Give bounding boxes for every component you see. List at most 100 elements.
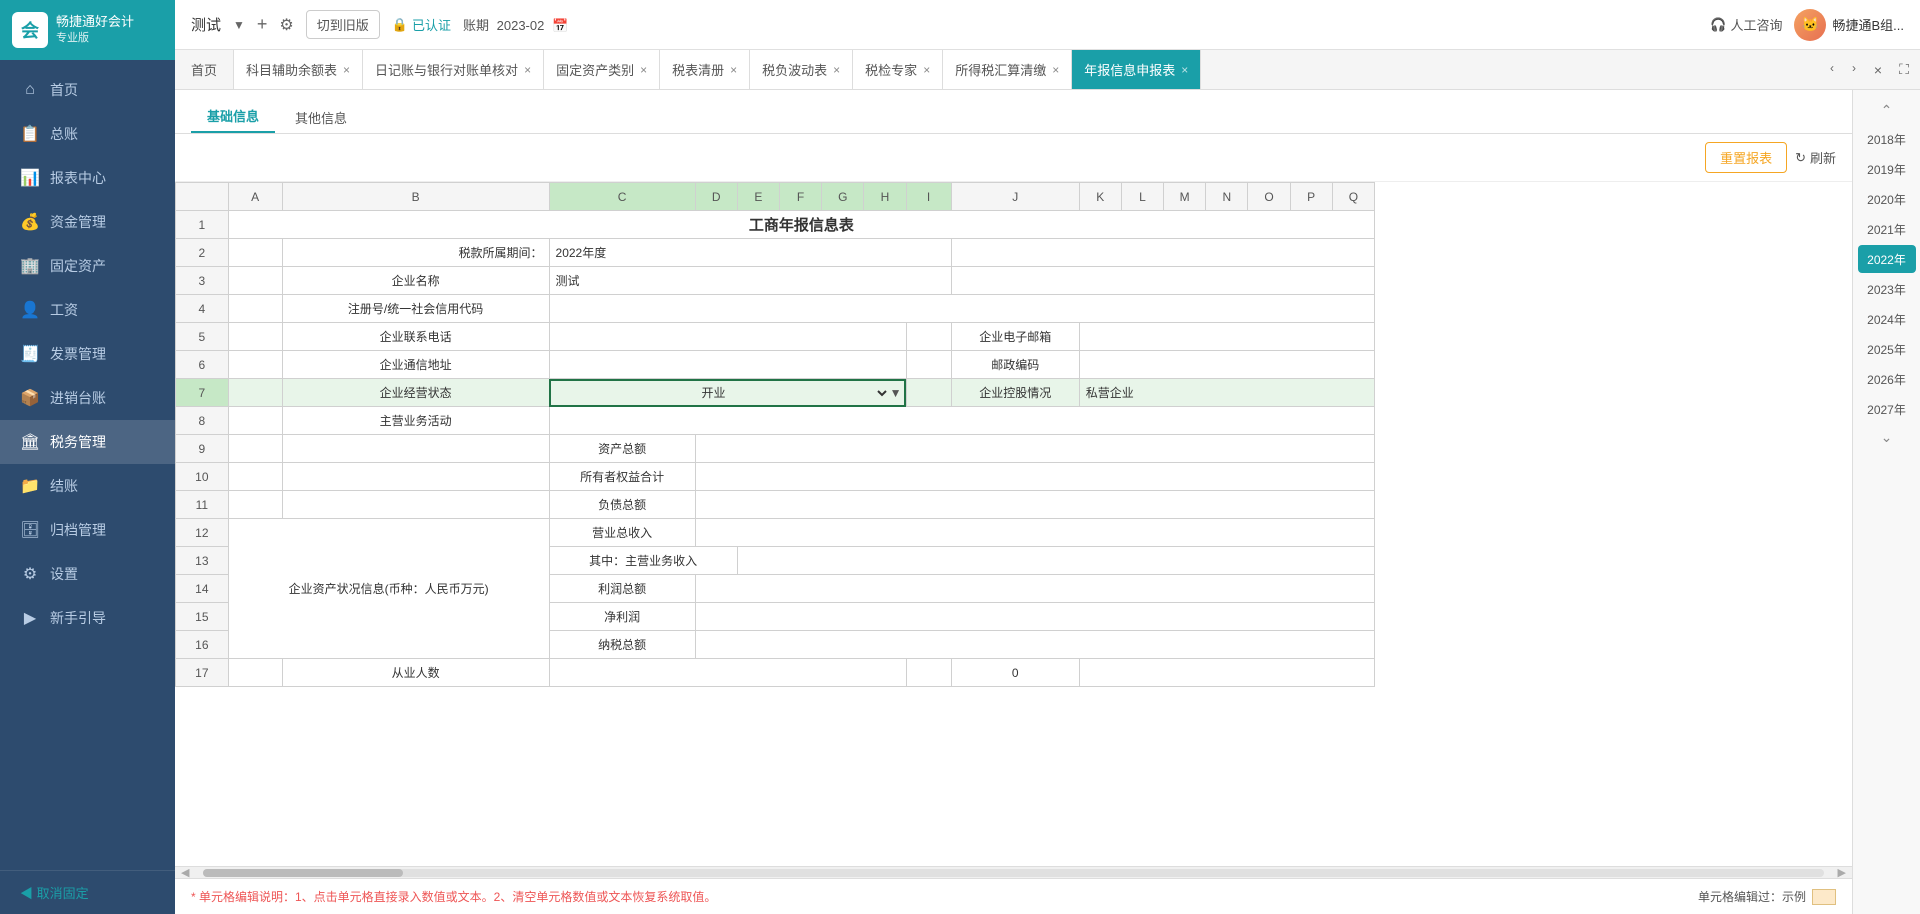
cell-11-d[interactable] xyxy=(695,491,1374,519)
sidebar-item-tax[interactable]: 🏛 税务管理 xyxy=(0,420,175,464)
cell-4-b[interactable]: 注册号/统一社会信用代码 xyxy=(282,295,549,323)
business-status-select[interactable]: 开业 注销 吊销 撤销 迁出 xyxy=(550,385,890,401)
cell-5-j[interactable]: 企业电子邮箱 xyxy=(951,323,1079,351)
workspace-dropdown-icon[interactable]: ▼ xyxy=(233,18,245,32)
cell-10-b[interactable] xyxy=(282,463,549,491)
cell-17-c[interactable] xyxy=(549,659,906,687)
sub-tab-basic[interactable]: 基础信息 xyxy=(191,100,275,133)
cell-17-i[interactable] xyxy=(906,659,951,687)
year-item-2020[interactable]: 2020年 xyxy=(1858,185,1916,213)
cell-3-j[interactable] xyxy=(951,267,1374,295)
tab-home[interactable]: 首页 xyxy=(175,50,234,89)
tab-close-icon[interactable]: × xyxy=(730,63,737,77)
cell-9-d[interactable] xyxy=(695,435,1374,463)
year-item-2022[interactable]: 2022年 xyxy=(1858,245,1916,273)
col-header-h[interactable]: H xyxy=(864,183,906,211)
tab-income-tax[interactable]: 所得税汇算清缴 × xyxy=(943,50,1072,89)
tab-expand-button[interactable]: ⛶ xyxy=(1892,58,1916,82)
col-header-k[interactable]: K xyxy=(1079,183,1121,211)
year-item-2018[interactable]: 2018年 xyxy=(1858,125,1916,153)
cell-11-a[interactable] xyxy=(228,491,282,519)
cell-17-k[interactable] xyxy=(1079,659,1374,687)
cell-14-d[interactable] xyxy=(695,575,1374,603)
cell-15-d[interactable] xyxy=(695,603,1374,631)
sidebar-item-salary[interactable]: 👤 工资 xyxy=(0,288,175,332)
tab-close-icon[interactable]: × xyxy=(1181,63,1188,77)
cell-8-c[interactable] xyxy=(549,407,1374,435)
sidebar-item-assets[interactable]: 🏢 固定资产 xyxy=(0,244,175,288)
cell-3-a[interactable] xyxy=(228,267,282,295)
tab-close-icon[interactable]: × xyxy=(833,63,840,77)
cell-13-c[interactable]: 其中：主营业务收入 xyxy=(549,547,737,575)
col-header-l[interactable]: L xyxy=(1121,183,1163,211)
tab-close-icon[interactable]: × xyxy=(640,63,647,77)
sidebar-item-report[interactable]: 📊 报表中心 xyxy=(0,156,175,200)
col-header-q[interactable]: Q xyxy=(1332,183,1374,211)
year-item-2025[interactable]: 2025年 xyxy=(1858,335,1916,363)
cell-6-b[interactable]: 企业通信地址 xyxy=(282,351,549,379)
cell-2-c[interactable]: 2022年度 xyxy=(549,239,951,267)
scroll-thumb[interactable] xyxy=(203,869,403,877)
year-item-2026[interactable]: 2026年 xyxy=(1858,365,1916,393)
cell-7-i[interactable] xyxy=(906,379,951,407)
sub-tab-other[interactable]: 其他信息 xyxy=(279,102,363,133)
cell-9-a[interactable] xyxy=(228,435,282,463)
sidebar-item-close[interactable]: 📁 结账 xyxy=(0,464,175,508)
col-header-b[interactable]: B xyxy=(282,183,549,211)
cell-5-a[interactable] xyxy=(228,323,282,351)
title-cell[interactable]: 工商年报信息表 xyxy=(228,211,1374,239)
tab-tax-list[interactable]: 税表清册 × xyxy=(660,50,750,89)
col-header-c[interactable]: C xyxy=(549,183,695,211)
cell-3-c[interactable]: 测试 xyxy=(549,267,951,295)
cell-12-d[interactable] xyxy=(695,519,1374,547)
cell-6-j[interactable]: 邮政编码 xyxy=(951,351,1079,379)
cell-4-a[interactable] xyxy=(228,295,282,323)
cell-5-b[interactable]: 企业联系电话 xyxy=(282,323,549,351)
col-header-m[interactable]: M xyxy=(1164,183,1206,211)
cell-7-b[interactable]: 企业经营状态 xyxy=(282,379,549,407)
cell-9-c[interactable]: 资产总额 xyxy=(549,435,695,463)
cell-4-c[interactable] xyxy=(549,295,1374,323)
col-header-g[interactable]: G xyxy=(822,183,864,211)
cell-6-k[interactable] xyxy=(1079,351,1374,379)
sidebar-item-stock[interactable]: 📦 进销台账 xyxy=(0,376,175,420)
cell-10-a[interactable] xyxy=(228,463,282,491)
cell-12-c[interactable]: 营业总收入 xyxy=(549,519,695,547)
tab-close-icon[interactable]: × xyxy=(524,63,531,77)
add-workspace-button[interactable]: + xyxy=(257,14,268,35)
col-header-j[interactable]: J xyxy=(951,183,1079,211)
cell-6-c[interactable] xyxy=(549,351,906,379)
year-panel-up-arrow[interactable]: ⌃ xyxy=(1877,98,1897,123)
tab-fixed-asset-category[interactable]: 固定资产类别 × xyxy=(544,50,660,89)
tab-prev-button[interactable]: ‹ xyxy=(1822,58,1842,78)
sidebar-item-settings[interactable]: ⚙ 设置 xyxy=(0,552,175,596)
cell-10-c[interactable]: 所有者权益合计 xyxy=(549,463,695,491)
tab-bank-reconcile[interactable]: 日记账与银行对账单核对 × xyxy=(363,50,544,89)
tab-subject-balance[interactable]: 科目辅助余额表 × xyxy=(234,50,363,89)
sidebar-item-archive[interactable]: 🗄 归档管理 xyxy=(0,508,175,552)
year-item-2021[interactable]: 2021年 xyxy=(1858,215,1916,243)
cell-7-j[interactable]: 企业控股情况 xyxy=(951,379,1079,407)
year-item-2024[interactable]: 2024年 xyxy=(1858,305,1916,333)
horizontal-scrollbar[interactable]: ◀ ▶ xyxy=(175,866,1852,878)
cell-2-b[interactable]: 税款所属期间： xyxy=(282,239,549,267)
col-header-o[interactable]: O xyxy=(1248,183,1290,211)
sidebar-unpin-button[interactable]: ◀ 取消固定 xyxy=(0,870,175,914)
cell-7-a[interactable] xyxy=(228,379,282,407)
cell-2-a[interactable] xyxy=(228,239,282,267)
col-header-n[interactable]: N xyxy=(1206,183,1248,211)
switch-old-version-button[interactable]: 切到旧版 xyxy=(306,10,380,39)
cell-10-d[interactable] xyxy=(695,463,1374,491)
col-header-f[interactable]: F xyxy=(779,183,821,211)
cell-16-d[interactable] xyxy=(695,631,1374,659)
cell-6-i[interactable] xyxy=(906,351,951,379)
cell-12-a-merged[interactable]: 企业资产状况信息(币种：人民币万元) xyxy=(228,519,549,659)
sidebar-item-invoice[interactable]: 🧾 发票管理 xyxy=(0,332,175,376)
cell-17-j[interactable]: 0 xyxy=(951,659,1079,687)
cell-2-j[interactable] xyxy=(951,239,1374,267)
tab-annual-report[interactable]: 年报信息申报表 × xyxy=(1072,50,1201,89)
consult-button[interactable]: 🎧 人工咨询 xyxy=(1710,15,1782,34)
cell-8-a[interactable] xyxy=(228,407,282,435)
cell-5-i[interactable] xyxy=(906,323,951,351)
cell-11-c[interactable]: 负债总额 xyxy=(549,491,695,519)
